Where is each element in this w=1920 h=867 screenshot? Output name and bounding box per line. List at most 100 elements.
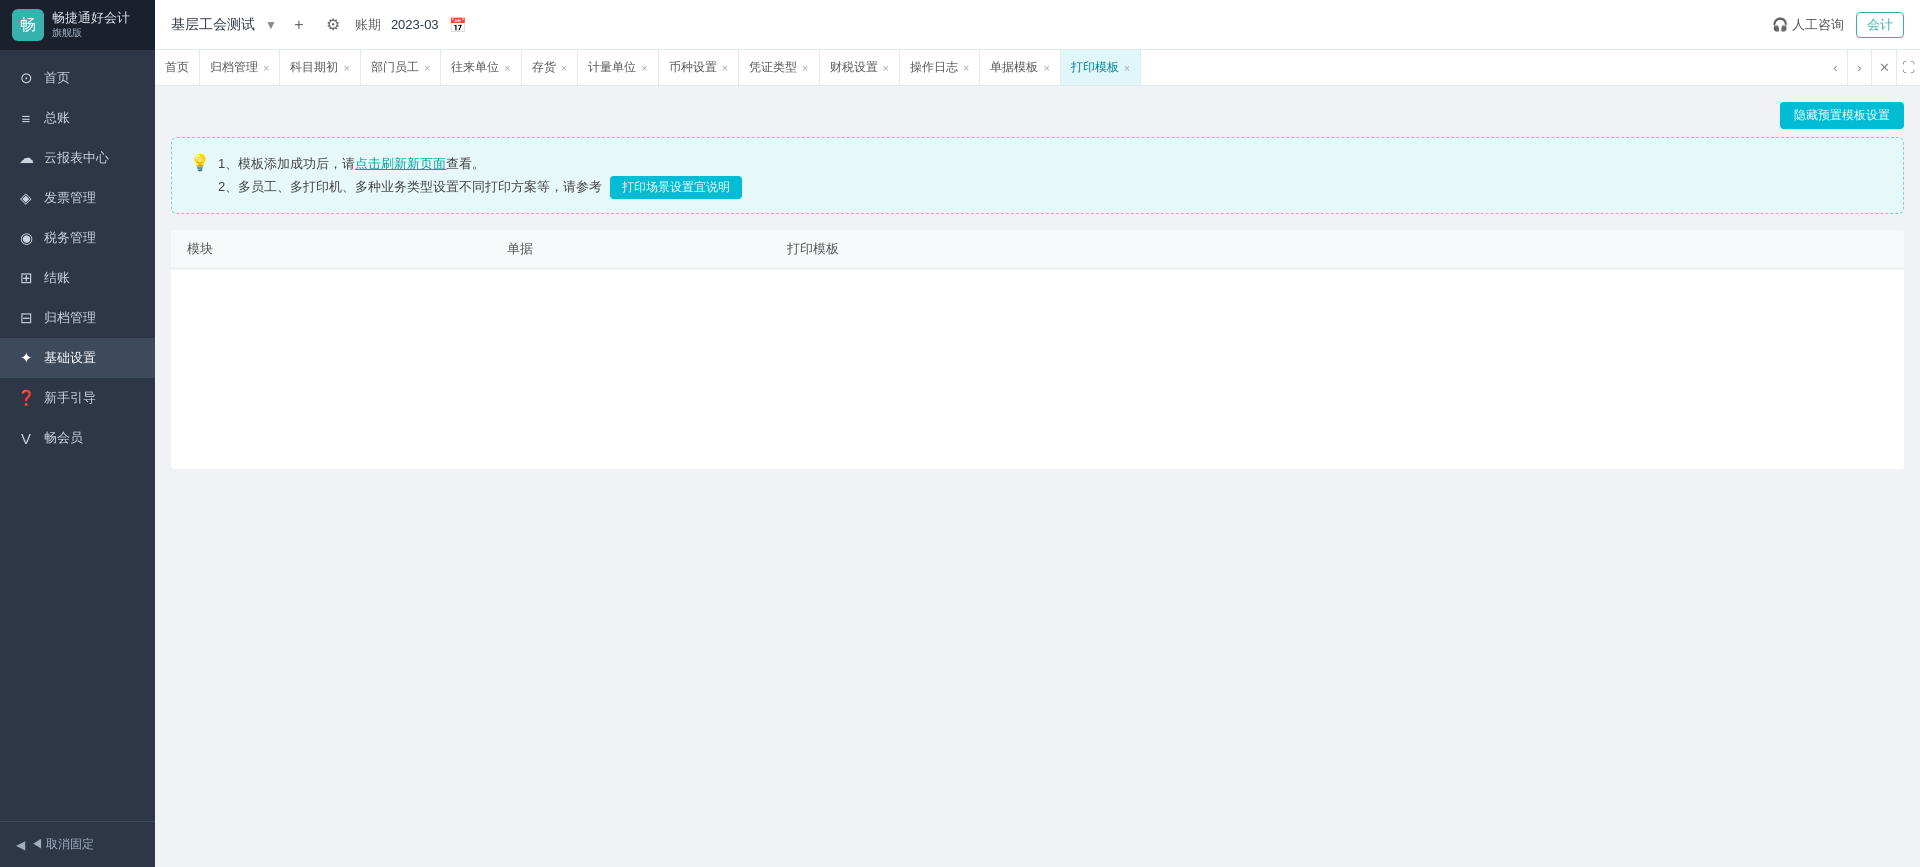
archive-nav-label: 归档管理 bbox=[44, 309, 96, 327]
tab-close-icon[interactable]: × bbox=[343, 62, 349, 74]
main-area: 基层工会测试 ▼ + ⚙ 账期 2023-03 📅 🎧 人工咨询 会计 首页归档… bbox=[155, 0, 1920, 867]
unpin-label: ◀ 取消固定 bbox=[31, 836, 94, 853]
tab-label: 计量单位 bbox=[588, 59, 636, 76]
settings-gear-button[interactable]: ⚙ bbox=[321, 13, 345, 37]
home-nav-icon: ⊙ bbox=[16, 69, 36, 87]
top-header: 基层工会测试 ▼ + ⚙ 账期 2023-03 📅 🎧 人工咨询 会计 bbox=[155, 0, 1920, 50]
tab-next-button[interactable]: › bbox=[1848, 50, 1872, 86]
reports-nav-icon: ☁ bbox=[16, 149, 36, 167]
tab-close-all-button[interactable]: ✕ bbox=[1872, 50, 1896, 86]
reports-nav-label: 云报表中心 bbox=[44, 149, 109, 167]
sidebar-item-tax[interactable]: ◉税务管理 bbox=[0, 218, 155, 258]
tab-label: 存货 bbox=[532, 59, 556, 76]
home-nav-label: 首页 bbox=[44, 69, 70, 87]
tab-close-icon[interactable]: × bbox=[802, 62, 808, 74]
col-order-header: 单据 bbox=[507, 240, 787, 258]
tab-凭证类型[interactable]: 凭证类型 × bbox=[739, 50, 819, 86]
tab-close-icon[interactable]: × bbox=[883, 62, 889, 74]
tab-prev-button[interactable]: ‹ bbox=[1824, 50, 1848, 86]
company-name: 基层工会测试 bbox=[171, 16, 255, 34]
tab-close-icon[interactable]: × bbox=[641, 62, 647, 74]
tab-label: 打印模板 bbox=[1071, 59, 1119, 76]
settings-nav-label: 基础设置 bbox=[44, 349, 96, 367]
print-scene-btn[interactable]: 打印场景设置宜说明 bbox=[610, 176, 742, 199]
sidebar-item-archive[interactable]: ⊟ 归档管理 bbox=[0, 298, 155, 338]
tab-close-icon[interactable]: × bbox=[1043, 62, 1049, 74]
period-label: 账期 bbox=[355, 16, 381, 34]
sidebar-item-close[interactable]: ⊞结账 bbox=[0, 258, 155, 298]
tab-往来单位[interactable]: 往来单位× bbox=[441, 50, 521, 86]
settings-nav-icon: ✦ bbox=[16, 349, 36, 367]
header-right: 🎧 人工咨询 会计 bbox=[1772, 12, 1904, 38]
header-left: 基层工会测试 ▼ + ⚙ 账期 2023-03 📅 bbox=[171, 13, 466, 37]
sidebar-item-home[interactable]: ⊙ 首页 bbox=[0, 58, 155, 98]
tab-label: 财税设置 bbox=[830, 59, 878, 76]
tab-单据模板[interactable]: 单据模板 × bbox=[980, 50, 1060, 86]
tab-部门员工[interactable]: 部门员工 × bbox=[361, 50, 441, 86]
ledger-nav-icon: ≡ bbox=[16, 110, 36, 127]
tab-expand-button[interactable]: ⛶ bbox=[1896, 50, 1920, 86]
tab-label: 凭证类型 bbox=[749, 59, 797, 76]
customer-service-label: 人工咨询 bbox=[1792, 16, 1844, 34]
hide-preview-btn[interactable]: 隐藏预置模板设置 bbox=[1780, 102, 1904, 129]
tab-币种设置[interactable]: 币种设置 × bbox=[659, 50, 739, 86]
invoice-nav-icon: ◈ bbox=[16, 189, 36, 207]
tab-首页[interactable]: 首页 bbox=[155, 50, 200, 86]
tab-label: 币种设置 bbox=[669, 59, 717, 76]
guide-nav-label: 新手引导 bbox=[44, 389, 96, 407]
notice-line1: 1、模板添加成功后，请点击刷新新页面查看。 bbox=[218, 152, 742, 175]
sidebar-footer-unpin[interactable]: ◀ ◀ 取消固定 bbox=[0, 821, 155, 867]
tab-操作日志[interactable]: 操作日志 × bbox=[900, 50, 980, 86]
table-header: 模块 单据 打印模板 bbox=[171, 230, 1904, 269]
tabs-bar: 首页归档管理×科目期初×部门员工×往来单位×存货×计量单位×币种设置×凭证类型×… bbox=[155, 50, 1920, 86]
tab-close-icon[interactable]: × bbox=[722, 62, 728, 74]
table-body bbox=[171, 269, 1904, 469]
archive-nav-icon: ⊟ bbox=[16, 309, 36, 327]
tab-label: 单据模板 bbox=[990, 59, 1038, 76]
tab-label: 操作日志 bbox=[910, 59, 958, 76]
tab-close-icon[interactable]: × bbox=[504, 62, 510, 74]
tab-close-icon[interactable]: × bbox=[1124, 62, 1130, 74]
calendar-icon[interactable]: 📅 bbox=[449, 17, 466, 33]
tab-close-icon[interactable]: × bbox=[963, 62, 969, 74]
col-template-header: 打印模板 bbox=[787, 240, 1888, 258]
close-nav-icon: ⊞ bbox=[16, 269, 36, 287]
notice-box: 💡 1、模板添加成功后，请点击刷新新页面查看。 2、多员工、多打印机、多种业务类… bbox=[171, 137, 1904, 214]
tab-存货[interactable]: 存货 × bbox=[522, 50, 578, 86]
member-nav-icon: V bbox=[16, 430, 36, 447]
top-action-row: 隐藏预置模板设置 bbox=[171, 102, 1904, 129]
sidebar-item-ledger[interactable]: ≡总账 bbox=[0, 98, 155, 138]
notice-content: 1、模板添加成功后，请点击刷新新页面查看。 2、多员工、多打印机、多种业务类型设… bbox=[218, 152, 742, 199]
user-role-button[interactable]: 会计 bbox=[1856, 12, 1904, 38]
tab-label: 归档管理 bbox=[210, 59, 258, 76]
sidebar-item-settings[interactable]: ✦ 基础设置 bbox=[0, 338, 155, 378]
sidebar-item-guide[interactable]: ❓ 新手引导 bbox=[0, 378, 155, 418]
content-area: 隐藏预置模板设置 💡 1、模板添加成功后，请点击刷新新页面查看。 2、多员工、多… bbox=[155, 86, 1920, 867]
sidebar-nav: ⊙ 首页 ≡总账 ☁ 云报表中心 ◈发票管理◉税务管理⊞结账 ⊟ 归档管理 ✦ 基础设置 ❓ 新手引导… bbox=[0, 50, 155, 821]
tab-label: 部门员工 bbox=[371, 59, 419, 76]
add-tab-button[interactable]: + bbox=[287, 13, 311, 37]
notice-lightbulb-icon: 💡 bbox=[190, 153, 210, 172]
sidebar-item-reports[interactable]: ☁ 云报表中心 bbox=[0, 138, 155, 178]
unpin-icon: ◀ bbox=[16, 838, 25, 852]
customer-service-button[interactable]: 🎧 人工咨询 bbox=[1772, 16, 1844, 34]
tab-打印模板[interactable]: 打印模板 × bbox=[1061, 50, 1141, 86]
notice-line2-prefix: 2、多员工、多打印机、多种业务类型设置不同打印方案等，请参考 bbox=[218, 179, 602, 194]
sidebar-item-member[interactable]: V畅会员 bbox=[0, 418, 155, 458]
tab-close-icon[interactable]: × bbox=[561, 62, 567, 74]
tab-财税设置[interactable]: 财税设置 × bbox=[820, 50, 900, 86]
tab-归档管理[interactable]: 归档管理 × bbox=[200, 50, 280, 86]
sidebar: 畅 畅捷通好会计 旗舰版 ⊙首页≡总账☁云报表中心◈发票管理◉税务管理⊞结账⊟归… bbox=[0, 0, 155, 867]
guide-nav-icon: ❓ bbox=[16, 389, 36, 407]
tab-close-icon[interactable]: × bbox=[263, 62, 269, 74]
company-dropdown-icon[interactable]: ▼ bbox=[265, 18, 277, 32]
headset-icon: 🎧 bbox=[1772, 17, 1788, 32]
tax-nav-label: 税务管理 bbox=[44, 229, 96, 247]
tab-计量单位[interactable]: 计量单位 × bbox=[578, 50, 658, 86]
tab-close-icon[interactable]: × bbox=[424, 62, 430, 74]
tab-科目期初[interactable]: 科目期初× bbox=[280, 50, 360, 86]
print-template-table: 模块 单据 打印模板 bbox=[171, 230, 1904, 469]
notice-line1-prefix: 1、模板添加成功后，请 bbox=[218, 156, 355, 171]
sidebar-item-invoice[interactable]: ◈发票管理 bbox=[0, 178, 155, 218]
notice-refresh-link[interactable]: 点击刷新新页面 bbox=[355, 156, 446, 171]
